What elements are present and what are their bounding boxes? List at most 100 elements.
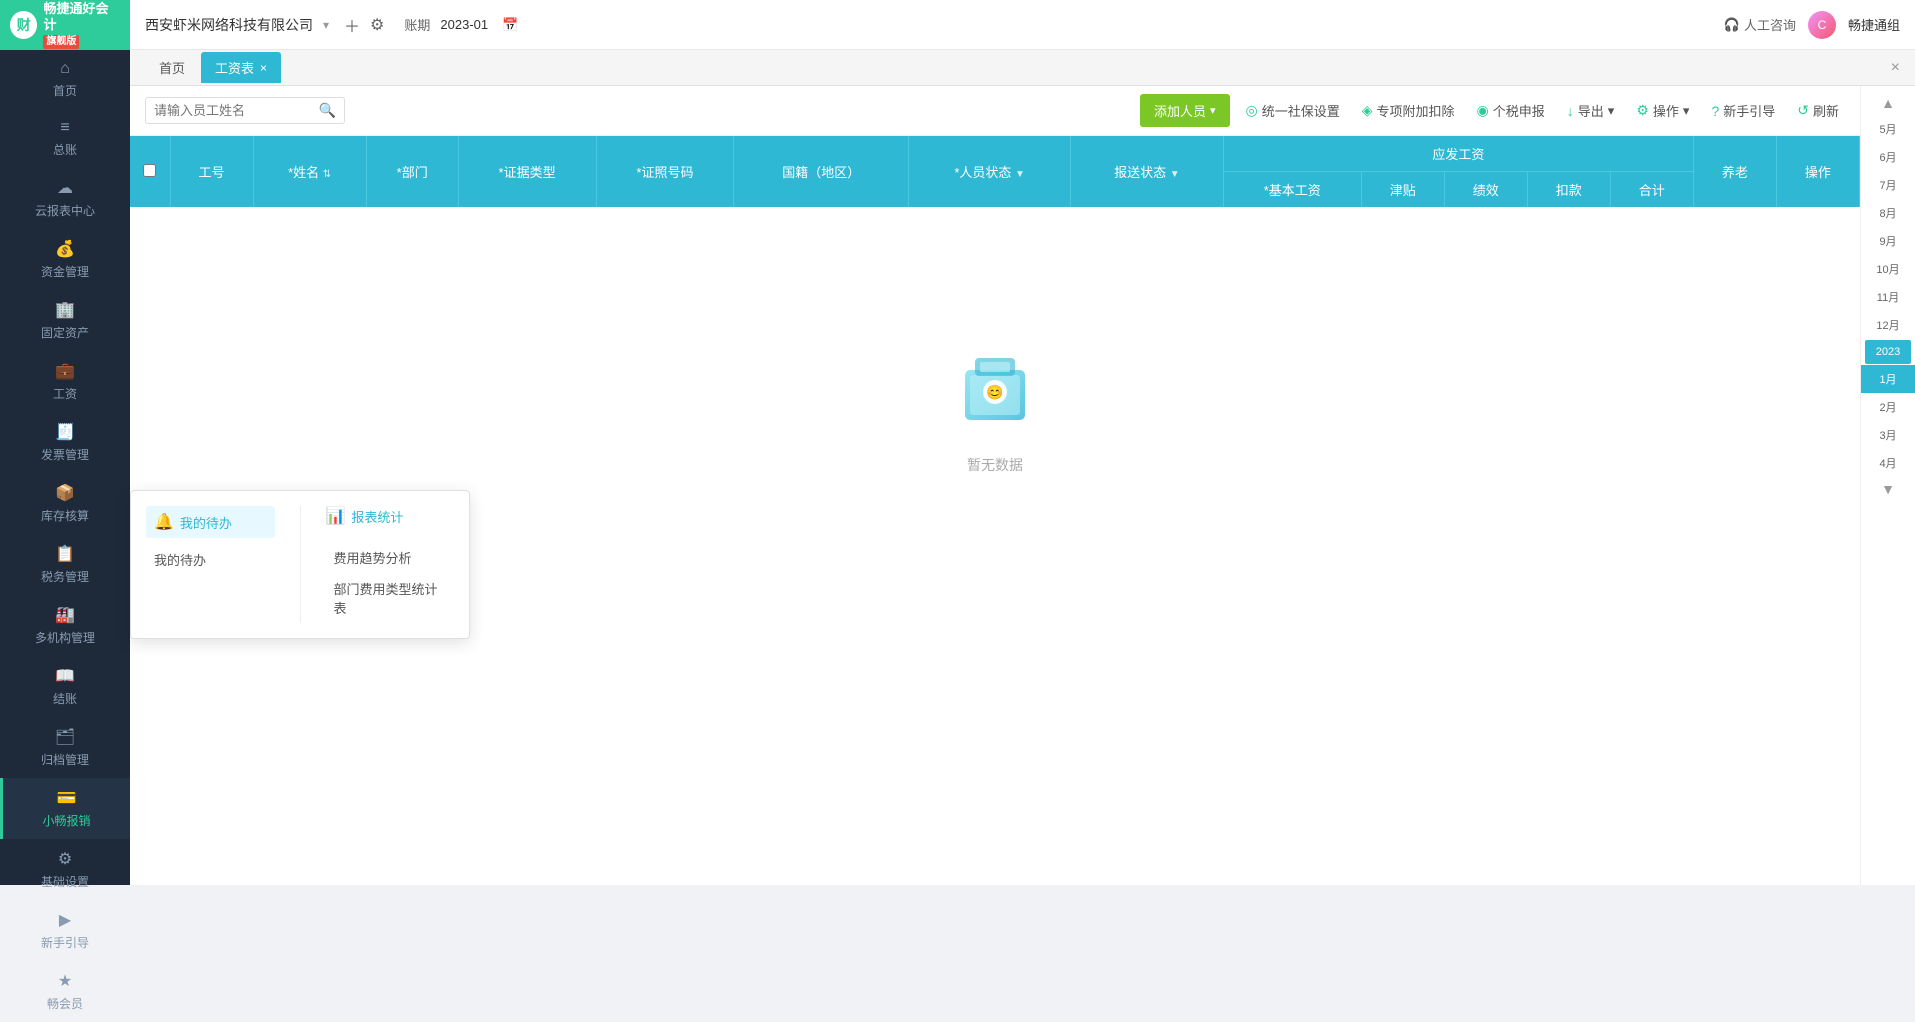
right-sidebar: ▲ 5月 6月 7月 8月 9月 10月 11月 12月 2023 1月 2月 … — [1860, 86, 1915, 885]
sidebar-item-ledger[interactable]: ≡ 总账 — [0, 109, 130, 168]
rs-month-1[interactable]: 1月 — [1861, 365, 1915, 393]
popup-col-reports: 📊 报表统计 费用趋势分析 部门费用类型统计表 — [326, 506, 455, 623]
th-payable: 应发工资 — [1223, 136, 1693, 172]
sidebar-item-assets[interactable]: 🏢 固定资产 — [0, 290, 130, 351]
tab-salary[interactable]: 工资表 × — [201, 52, 281, 83]
company-dropdown-icon[interactable]: ▾ — [323, 18, 329, 32]
tab-home-label: 首页 — [159, 61, 185, 76]
operation-chevron-icon: ▾ — [1683, 103, 1690, 119]
sidebar-item-cloud[interactable]: ☁ 云报表中心 — [0, 168, 130, 229]
sidebar-item-archive[interactable]: 🗂 归档管理 — [0, 717, 130, 778]
rs-month-4[interactable]: 4月 — [1861, 449, 1915, 477]
sidebar-item-label: 税务管理 — [41, 568, 89, 585]
special-deduction-icon: ◈ — [1362, 102, 1373, 119]
sidebar-item-label: 结账 — [53, 690, 77, 707]
rs-month-3[interactable]: 3月 — [1861, 421, 1915, 449]
rs-month-8[interactable]: 8月 — [1861, 199, 1915, 227]
rs-down-icon[interactable]: ▼ — [1877, 477, 1899, 501]
rs-month-6[interactable]: 6月 — [1861, 143, 1915, 171]
th-report-status[interactable]: 报送状态 ▼ — [1071, 136, 1224, 207]
sidebar-item-inventory[interactable]: 📦 库存核算 — [0, 473, 130, 534]
home-icon: ⌂ — [60, 60, 70, 78]
sidebar-item-guide[interactable]: ▶ 新手引导 — [0, 900, 130, 961]
operation-button[interactable]: ⚙ 操作 ▾ — [1630, 101, 1695, 120]
th-name[interactable]: *姓名 ⇅ — [253, 136, 366, 207]
popup-col-todo-title[interactable]: 🔔 我的待办 — [146, 506, 275, 538]
period-label: 账期 — [404, 15, 430, 34]
popup-col-reports-title[interactable]: 📊 报表统计 — [326, 506, 455, 532]
rs-month-10[interactable]: 10月 — [1861, 255, 1915, 283]
sidebar-item-salary[interactable]: 💼 工资 — [0, 351, 130, 412]
th-dept: *部门 — [366, 136, 458, 207]
window-close-icon[interactable]: × — [1891, 59, 1900, 76]
logo-icon: 财 — [10, 11, 37, 39]
period-value: 2023-01 — [440, 17, 488, 32]
guide-btn-icon: ? — [1711, 103, 1719, 119]
rs-month-12[interactable]: 12月 — [1861, 311, 1915, 339]
refresh-button[interactable]: ↺ 刷新 — [1791, 101, 1845, 120]
invoice-icon: 🧾 — [55, 422, 75, 442]
rs-month-5[interactable]: 5月 — [1861, 115, 1915, 143]
social-security-button[interactable]: ◎ 统一社保设置 — [1240, 101, 1346, 120]
search-box: 🔍 — [145, 97, 345, 124]
sidebar-item-close[interactable]: 📖 结账 — [0, 656, 130, 717]
export-button[interactable]: ↓ 导出 ▾ — [1561, 101, 1621, 120]
sidebar-item-expenses[interactable]: 💳 小畅报销 — [0, 778, 130, 839]
rs-up-icon[interactable]: ▲ — [1877, 91, 1899, 115]
calendar-icon[interactable]: 📅 — [502, 17, 518, 33]
name-sort-icon: ⇅ — [323, 169, 331, 180]
rs-month-7[interactable]: 7月 — [1861, 171, 1915, 199]
sidebar-item-multi[interactable]: 🏭 多机构管理 — [0, 595, 130, 656]
sidebar-item-label: 发票管理 — [41, 446, 89, 463]
sidebar-item-funds[interactable]: 💰 资金管理 — [0, 229, 130, 290]
rs-month-2[interactable]: 2月 — [1861, 393, 1915, 421]
logo-text: 畅捷通好会计 — [43, 1, 120, 32]
social-security-icon: ◎ — [1246, 102, 1258, 119]
th-checkbox[interactable] — [130, 136, 170, 207]
status-filter-icon: ▼ — [1015, 169, 1025, 180]
settings-icon: ⚙ — [58, 849, 72, 869]
rs-month-9[interactable]: 9月 — [1861, 227, 1915, 255]
th-deduction: 扣款 — [1527, 172, 1610, 208]
sidebar-item-label: 库存核算 — [41, 507, 89, 524]
guide-icon: ▶ — [59, 910, 71, 930]
close-period-icon: 📖 — [55, 666, 75, 686]
add-company-icon[interactable]: ＋ — [344, 13, 360, 37]
export-label: 导出 — [1578, 101, 1604, 120]
tax-declare-button[interactable]: ◉ 个税申报 — [1471, 101, 1551, 120]
support-label: 人工咨询 — [1744, 15, 1796, 34]
th-id-num: *证照号码 — [596, 136, 734, 207]
expenses-icon: 💳 — [57, 788, 77, 808]
rs-year-2023[interactable]: 2023 — [1865, 340, 1911, 364]
rs-month-11[interactable]: 11月 — [1861, 283, 1915, 311]
popup-item-expense-trend[interactable]: 费用趋势分析 — [326, 542, 455, 573]
tab-salary-label: 工资表 — [215, 58, 254, 77]
sidebar: 财 畅捷通好会计 旗舰版 ⌂ 首页 ≡ 总账 ☁ 云报表中心 💰 资金管理 🏢 … — [0, 0, 130, 885]
todo-title-icon: 🔔 — [154, 512, 174, 532]
guide-button[interactable]: ? 新手引导 — [1705, 101, 1781, 120]
th-nationality: 国籍（地区） — [734, 136, 909, 207]
tax-declare-label: 个税申报 — [1493, 101, 1545, 120]
sidebar-item-settings[interactable]: ⚙ 基础设置 — [0, 839, 130, 900]
sidebar-item-label: 基础设置 — [41, 873, 89, 890]
th-total: 合计 — [1610, 172, 1693, 208]
search-input[interactable] — [154, 103, 313, 118]
tab-close-icon[interactable]: × — [260, 61, 267, 75]
sidebar-item-home[interactable]: ⌂ 首页 — [0, 50, 130, 109]
popup-item-my-todo[interactable]: 我的待办 — [146, 544, 275, 575]
sidebar-item-vip[interactable]: ★ 畅会员 — [0, 961, 130, 1022]
special-deduction-button[interactable]: ◈ 专项附加扣除 — [1356, 101, 1461, 120]
company-settings-icon[interactable]: ⚙ — [370, 15, 384, 35]
th-allowance: 津贴 — [1361, 172, 1444, 208]
add-person-button[interactable]: 添加人员 ▾ — [1140, 94, 1230, 127]
tab-home[interactable]: 首页 — [145, 52, 199, 83]
th-status[interactable]: *人员状态 ▼ — [909, 136, 1071, 207]
sidebar-item-tax[interactable]: 📋 税务管理 — [0, 534, 130, 595]
toolbar: 🔍 添加人员 ▾ ◎ 统一社保设置 ◈ 专项附加扣除 ◉ 个税申报 — [130, 86, 1860, 136]
sidebar-item-invoice[interactable]: 🧾 发票管理 — [0, 412, 130, 473]
popup-item-dept-expense[interactable]: 部门费用类型统计表 — [326, 573, 455, 623]
archive-icon: 🗂 — [55, 727, 75, 747]
select-all-checkbox[interactable] — [143, 164, 156, 177]
support-button[interactable]: 🎧 人工咨询 — [1724, 15, 1796, 34]
sidebar-item-label: 归档管理 — [41, 751, 89, 768]
